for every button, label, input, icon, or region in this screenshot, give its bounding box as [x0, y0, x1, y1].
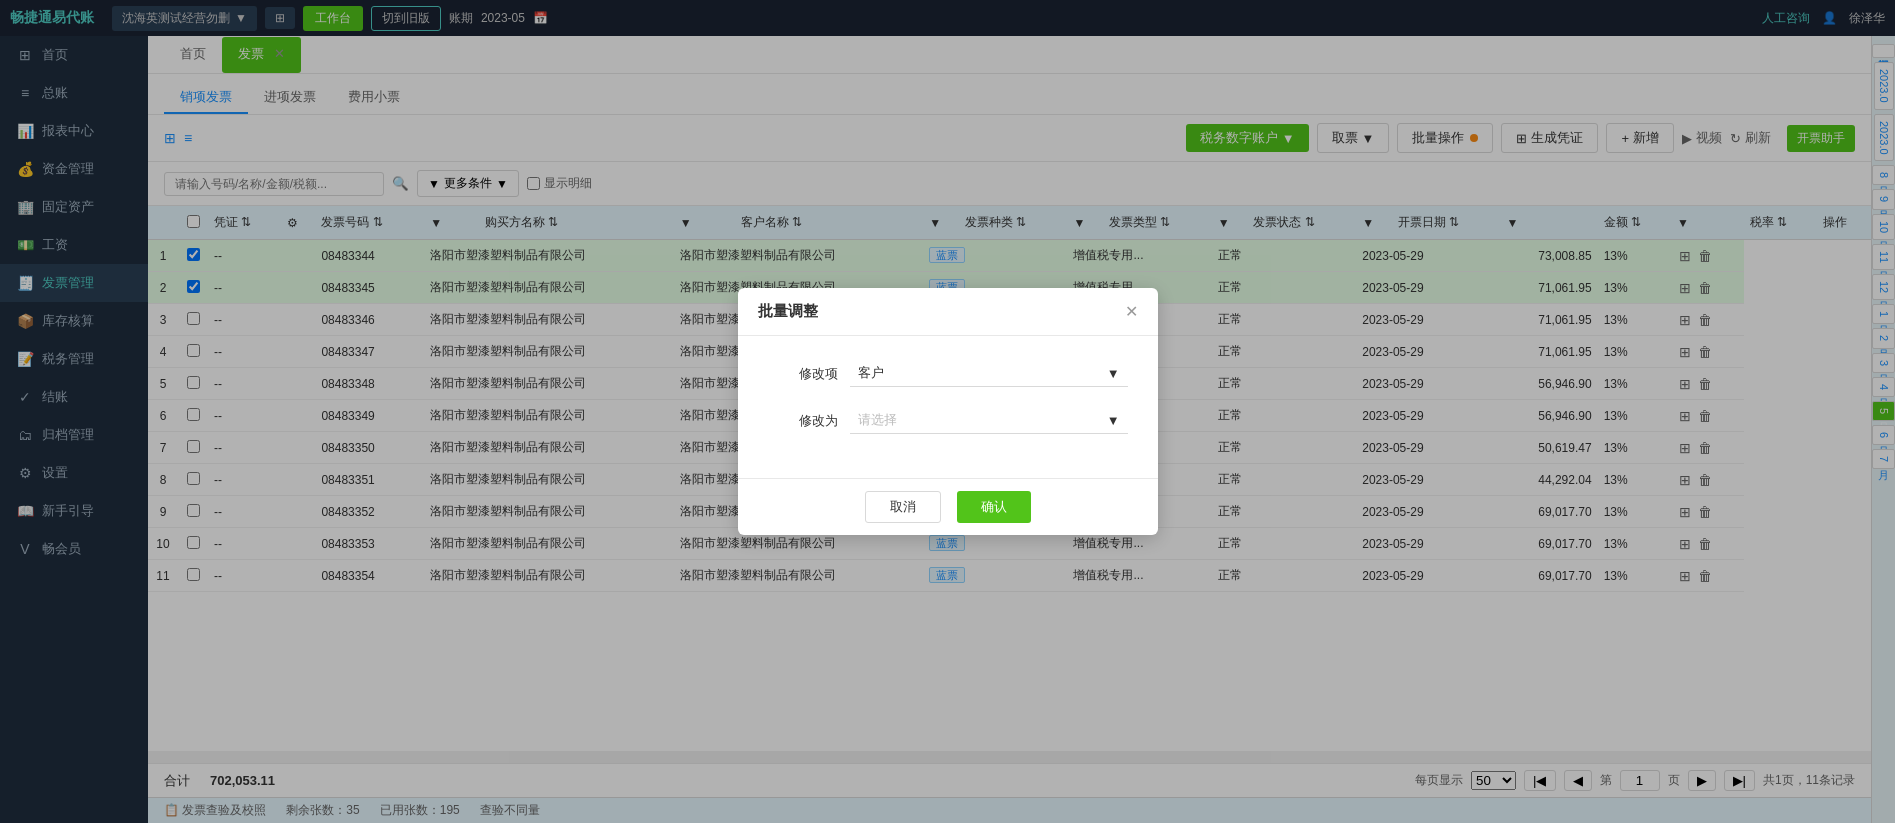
modal-footer: 取消 确认 [738, 478, 1158, 535]
modify-field-select[interactable]: 客户 ▼ [850, 360, 1128, 387]
modify-field-chevron: ▼ [1107, 366, 1120, 381]
confirm-button[interactable]: 确认 [957, 491, 1031, 523]
modify-to-select[interactable]: 请选择 ▼ [850, 407, 1128, 434]
modal-body: 修改项 客户 ▼ 修改为 请选择 ▼ [738, 336, 1158, 478]
batch-adjust-modal: 批量调整 ✕ 修改项 客户 ▼ 修改为 请选择 ▼ 取消 确认 [738, 288, 1158, 535]
modify-to-label: 修改为 [768, 412, 838, 430]
modify-to-chevron: ▼ [1107, 413, 1120, 428]
modify-field-row: 修改项 客户 ▼ [768, 360, 1128, 387]
modify-to-placeholder: 请选择 [858, 411, 897, 429]
modify-field-value: 客户 [858, 364, 884, 382]
modal-title: 批量调整 [758, 302, 818, 321]
modify-to-row: 修改为 请选择 ▼ [768, 407, 1128, 434]
cancel-button[interactable]: 取消 [865, 491, 941, 523]
modify-field-label: 修改项 [768, 365, 838, 383]
modal-close-icon[interactable]: ✕ [1125, 302, 1138, 321]
modal-overlay: 批量调整 ✕ 修改项 客户 ▼ 修改为 请选择 ▼ 取消 确认 [0, 0, 1895, 823]
modal-header: 批量调整 ✕ [738, 288, 1158, 336]
